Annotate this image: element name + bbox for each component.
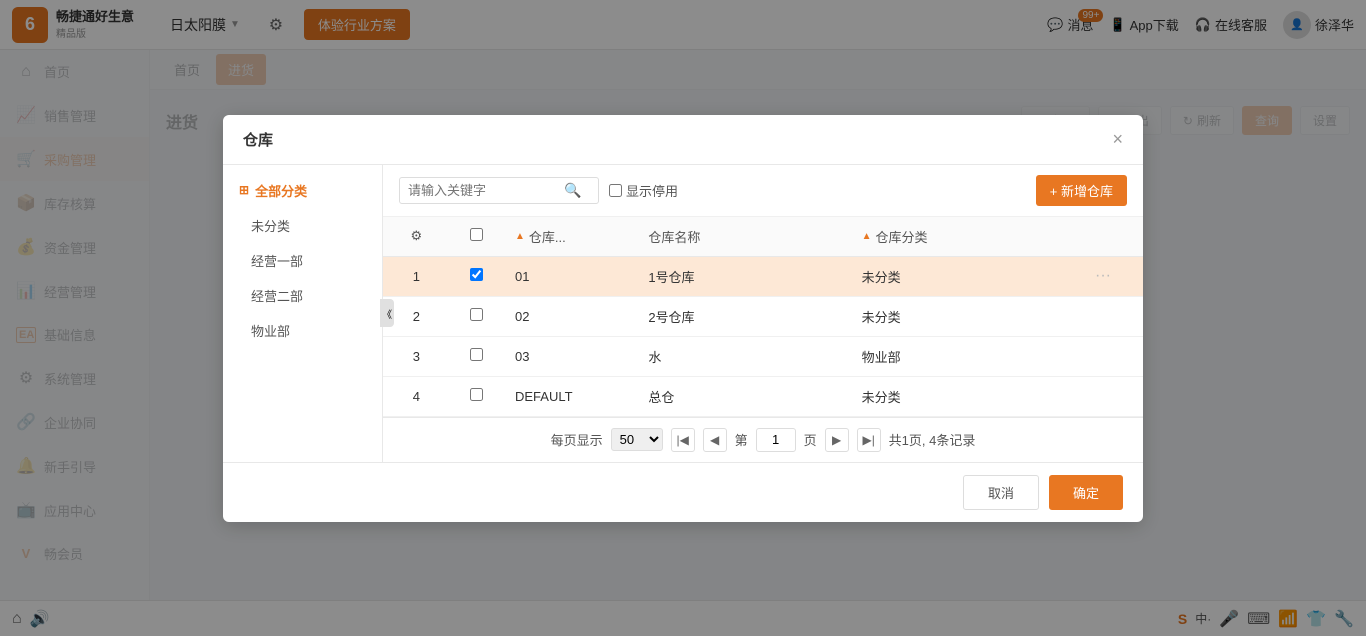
row-checkbox[interactable]	[470, 268, 483, 281]
th-checkbox	[450, 217, 503, 257]
row-checkbox-cell	[450, 336, 503, 376]
th-name: 仓库名称	[636, 217, 849, 257]
th-code-label: 仓库...	[529, 227, 566, 246]
row-checkbox[interactable]	[470, 388, 483, 401]
row-code: 02	[503, 296, 636, 336]
row-more-icon[interactable]: ···	[1095, 267, 1111, 284]
row-checkbox-cell	[450, 376, 503, 416]
row-name: 1号仓库	[636, 256, 849, 296]
row-actions-cell	[1063, 376, 1143, 416]
row-checkbox-cell	[450, 296, 503, 336]
sidebar-collapse-button[interactable]: 《	[380, 299, 394, 327]
add-warehouse-button[interactable]: + 新增仓库	[1036, 175, 1127, 206]
modal-main: 🔍 显示停用 + 新增仓库 ⚙	[383, 165, 1143, 462]
modal-overlay: 仓库 × ⊞ 全部分类 未分类 经营一部 经营二部 物业部 《	[0, 0, 1366, 636]
row-category: 未分类	[850, 296, 1063, 336]
page-size-select: 20 50 100	[611, 428, 663, 451]
th-code[interactable]: ▲ 仓库...	[503, 217, 636, 257]
show-disabled-label: 显示停用	[626, 181, 678, 200]
category-item-dept2[interactable]: 经营二部	[223, 278, 382, 313]
search-icon[interactable]: 🔍	[564, 182, 581, 199]
warehouse-data-table: ⚙ ▲ 仓库... 仓库名称	[383, 217, 1143, 417]
row-num: 3	[383, 336, 450, 376]
grid-icon: ⊞	[239, 183, 249, 197]
row-checkbox[interactable]	[470, 308, 483, 321]
table-row[interactable]: 2 02 2号仓库 未分类	[383, 296, 1143, 336]
show-disabled-checkbox-input[interactable]	[609, 184, 622, 197]
row-code: DEFAULT	[503, 376, 636, 416]
row-actions-cell	[1063, 296, 1143, 336]
search-input[interactable]	[408, 183, 558, 198]
first-page-button[interactable]: |◀	[671, 428, 695, 452]
category-item-property[interactable]: 物业部	[223, 313, 382, 348]
row-actions-cell	[1063, 336, 1143, 376]
modal-toolbar: 🔍 显示停用 + 新增仓库	[383, 165, 1143, 217]
table-row[interactable]: 3 03 水 物业部	[383, 336, 1143, 376]
sort-icon-cat: ▲	[862, 231, 872, 242]
th-category-label: 仓库分类	[876, 227, 928, 246]
prev-page-button[interactable]: ◀	[703, 428, 727, 452]
modal-body: ⊞ 全部分类 未分类 经营一部 经营二部 物业部 《 🔍	[223, 165, 1143, 462]
th-category: ▲ 仓库分类	[850, 217, 1063, 257]
all-categories-item[interactable]: ⊞ 全部分类	[223, 173, 382, 208]
show-disabled-checkbox[interactable]: 显示停用	[609, 181, 678, 200]
row-name: 总仓	[636, 376, 849, 416]
row-code: 01	[503, 256, 636, 296]
page-number-input[interactable]	[756, 428, 796, 452]
row-code: 03	[503, 336, 636, 376]
warehouse-table: ⚙ ▲ 仓库... 仓库名称	[383, 217, 1143, 417]
total-info-label: 共1页, 4条记录	[889, 430, 976, 449]
modal-actions: 取消 确定	[223, 462, 1143, 522]
table-row[interactable]: 4 DEFAULT 总仓 未分类	[383, 376, 1143, 416]
page-size-label: 每页显示	[551, 430, 603, 449]
search-box: 🔍	[399, 177, 599, 204]
table-row[interactable]: 1 01 1号仓库 未分类 ···	[383, 256, 1143, 296]
row-name: 水	[636, 336, 849, 376]
row-name: 2号仓库	[636, 296, 849, 336]
th-actions	[1063, 217, 1143, 257]
modal-header: 仓库 ×	[223, 115, 1143, 165]
modal-title: 仓库	[243, 129, 273, 150]
page-label-2: 页	[804, 430, 817, 449]
select-all-checkbox[interactable]	[470, 228, 483, 241]
warehouse-modal: 仓库 × ⊞ 全部分类 未分类 经营一部 经营二部 物业部 《	[223, 115, 1143, 522]
row-num: 1	[383, 256, 450, 296]
modal-pagination: 每页显示 20 50 100 |◀ ◀ 第 页 ▶ ▶|	[383, 417, 1143, 462]
category-item-dept1[interactable]: 经营一部	[223, 243, 382, 278]
next-page-button[interactable]: ▶	[825, 428, 849, 452]
row-checkbox[interactable]	[470, 348, 483, 361]
chevron-left-icon: 《	[382, 306, 392, 321]
page-size-dropdown[interactable]: 20 50 100	[611, 428, 663, 451]
sort-icon: ▲	[515, 231, 525, 242]
cancel-button[interactable]: 取消	[963, 475, 1039, 510]
row-actions-cell: ···	[1063, 256, 1143, 296]
row-checkbox-cell	[450, 256, 503, 296]
modal-close-button[interactable]: ×	[1112, 130, 1123, 148]
last-page-button[interactable]: ▶|	[857, 428, 881, 452]
table-header-row: ⚙ ▲ 仓库... 仓库名称	[383, 217, 1143, 257]
confirm-button[interactable]: 确定	[1049, 475, 1123, 510]
row-category: 未分类	[850, 256, 1063, 296]
row-category: 未分类	[850, 376, 1063, 416]
row-category: 物业部	[850, 336, 1063, 376]
category-item-uncategorized[interactable]: 未分类	[223, 208, 382, 243]
th-gear[interactable]: ⚙	[383, 217, 450, 257]
page-label: 第	[735, 430, 748, 449]
modal-category-sidebar: ⊞ 全部分类 未分类 经营一部 经营二部 物业部 《	[223, 165, 383, 462]
all-categories-label: 全部分类	[255, 181, 307, 200]
row-num: 4	[383, 376, 450, 416]
